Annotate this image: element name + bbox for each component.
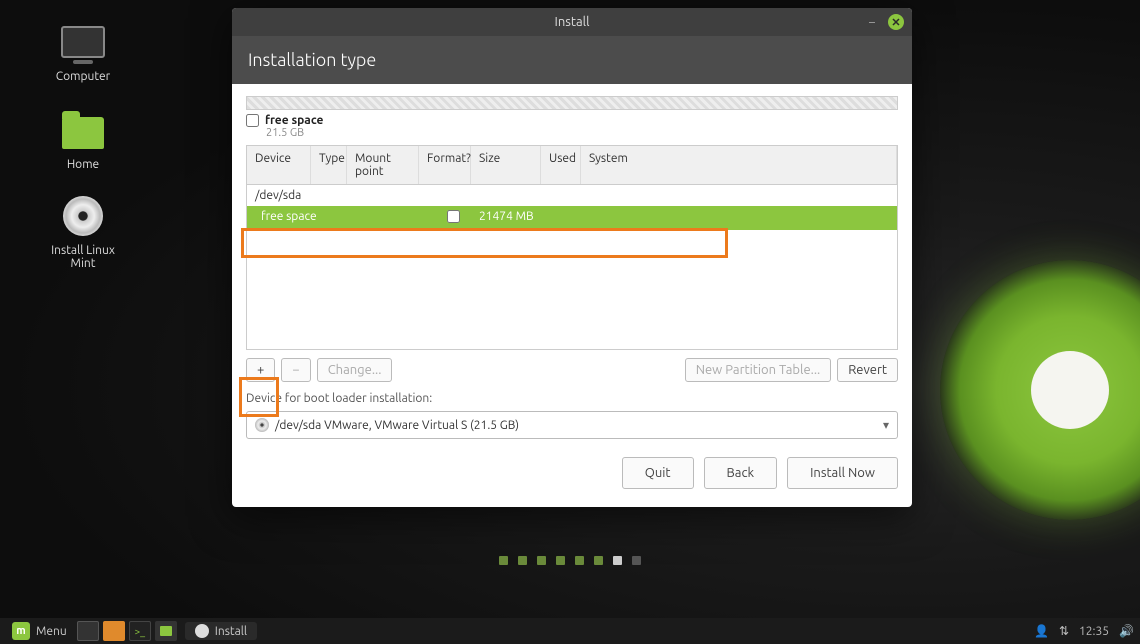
taskbar-item-install[interactable]: Install [185,622,257,640]
files-launcher[interactable] [155,621,177,641]
app-icon [195,624,209,638]
minimize-button[interactable]: – [864,14,880,30]
col-format[interactable]: Format? [419,146,471,184]
system-tray: 👤 ⇅ 12:35 🔊 [1034,624,1134,638]
table-row-free-space[interactable]: free space 21474 MB [247,206,897,230]
menu-label: Menu [36,625,67,638]
window-title: Install [555,15,590,29]
computer-icon [59,18,107,66]
page-title: Installation type [232,36,912,84]
install-disc-icon [59,192,107,240]
close-button[interactable]: ✕ [888,14,904,30]
cell-format [427,210,479,226]
show-desktop-button[interactable] [77,621,99,641]
desktop-icon-label: Home [38,158,128,171]
taskbar: m Menu >_ Install 👤 ⇅ 12:35 🔊 [0,618,1140,644]
col-type[interactable]: Type [311,146,347,184]
nav-buttons: Quit Back Install Now [246,457,898,489]
home-folder-icon [59,106,107,154]
menu-button[interactable]: m Menu [6,622,73,640]
cell-type [319,210,355,226]
firefox-launcher[interactable] [103,621,125,641]
desktop-icon-label: Computer [38,70,128,83]
cell-size: 21474 MB [479,210,549,226]
window-titlebar[interactable]: Install – ✕ [232,8,912,36]
boot-loader-label: Device for boot loader installation: [246,392,898,405]
desktop-icon-home[interactable]: Home [38,106,128,171]
installer-window: Install – ✕ Installation type free space… [232,8,912,507]
taskbar-item-label: Install [215,625,247,638]
col-mount[interactable]: Mount point [347,146,419,184]
progress-steps [499,556,641,565]
network-icon[interactable]: ⇅ [1059,624,1069,638]
disk-summary-size: 21.5 GB [266,127,898,139]
new-partition-table-button[interactable]: New Partition Table... [685,358,832,382]
desktop-icon-install[interactable]: Install Linux Mint [38,192,128,270]
table-row-device[interactable]: /dev/sda [247,185,897,206]
revert-button[interactable]: Revert [837,358,898,382]
remove-partition-button[interactable]: − [281,358,310,382]
cell-device: free space [255,210,319,226]
format-checkbox[interactable] [447,210,460,223]
back-button[interactable]: Back [704,457,778,489]
mint-logo-icon: m [12,622,30,640]
partition-toolbar: + − Change... New Partition Table... Rev… [246,358,898,382]
disk-summary-checkbox[interactable] [246,114,259,127]
install-now-button[interactable]: Install Now [787,457,898,489]
boot-loader-select[interactable]: /dev/sda VMware, VMware Virtual S (21.5 … [246,411,898,439]
col-system[interactable]: System [581,146,897,184]
partition-table: Device Type Mount point Format? Size Use… [246,145,898,350]
user-icon[interactable]: 👤 [1034,624,1049,638]
chevron-down-icon: ▾ [883,418,889,432]
desktop-icon-computer[interactable]: Computer [38,18,128,83]
cell-system [589,210,889,226]
disk-summary[interactable]: free space [246,114,898,127]
col-used[interactable]: Used [541,146,581,184]
cell-mount [355,210,427,226]
col-size[interactable]: Size [471,146,541,184]
quit-button[interactable]: Quit [622,457,694,489]
add-partition-button[interactable]: + [246,358,275,382]
change-partition-button[interactable]: Change... [317,358,393,382]
desktop-icon-label: Install Linux Mint [38,244,128,270]
disk-usage-bar [246,96,898,110]
volume-icon[interactable]: 🔊 [1119,624,1134,638]
terminal-launcher[interactable]: >_ [129,621,151,641]
clock[interactable]: 12:35 [1079,625,1109,638]
disk-summary-label: free space [265,114,323,127]
cell-used [549,210,589,226]
disk-icon [255,418,269,432]
col-device[interactable]: Device [247,146,311,184]
boot-loader-value: /dev/sda VMware, VMware Virtual S (21.5 … [275,419,519,432]
partition-table-header: Device Type Mount point Format? Size Use… [247,146,897,185]
wallpaper-mint-logo [940,260,1140,520]
